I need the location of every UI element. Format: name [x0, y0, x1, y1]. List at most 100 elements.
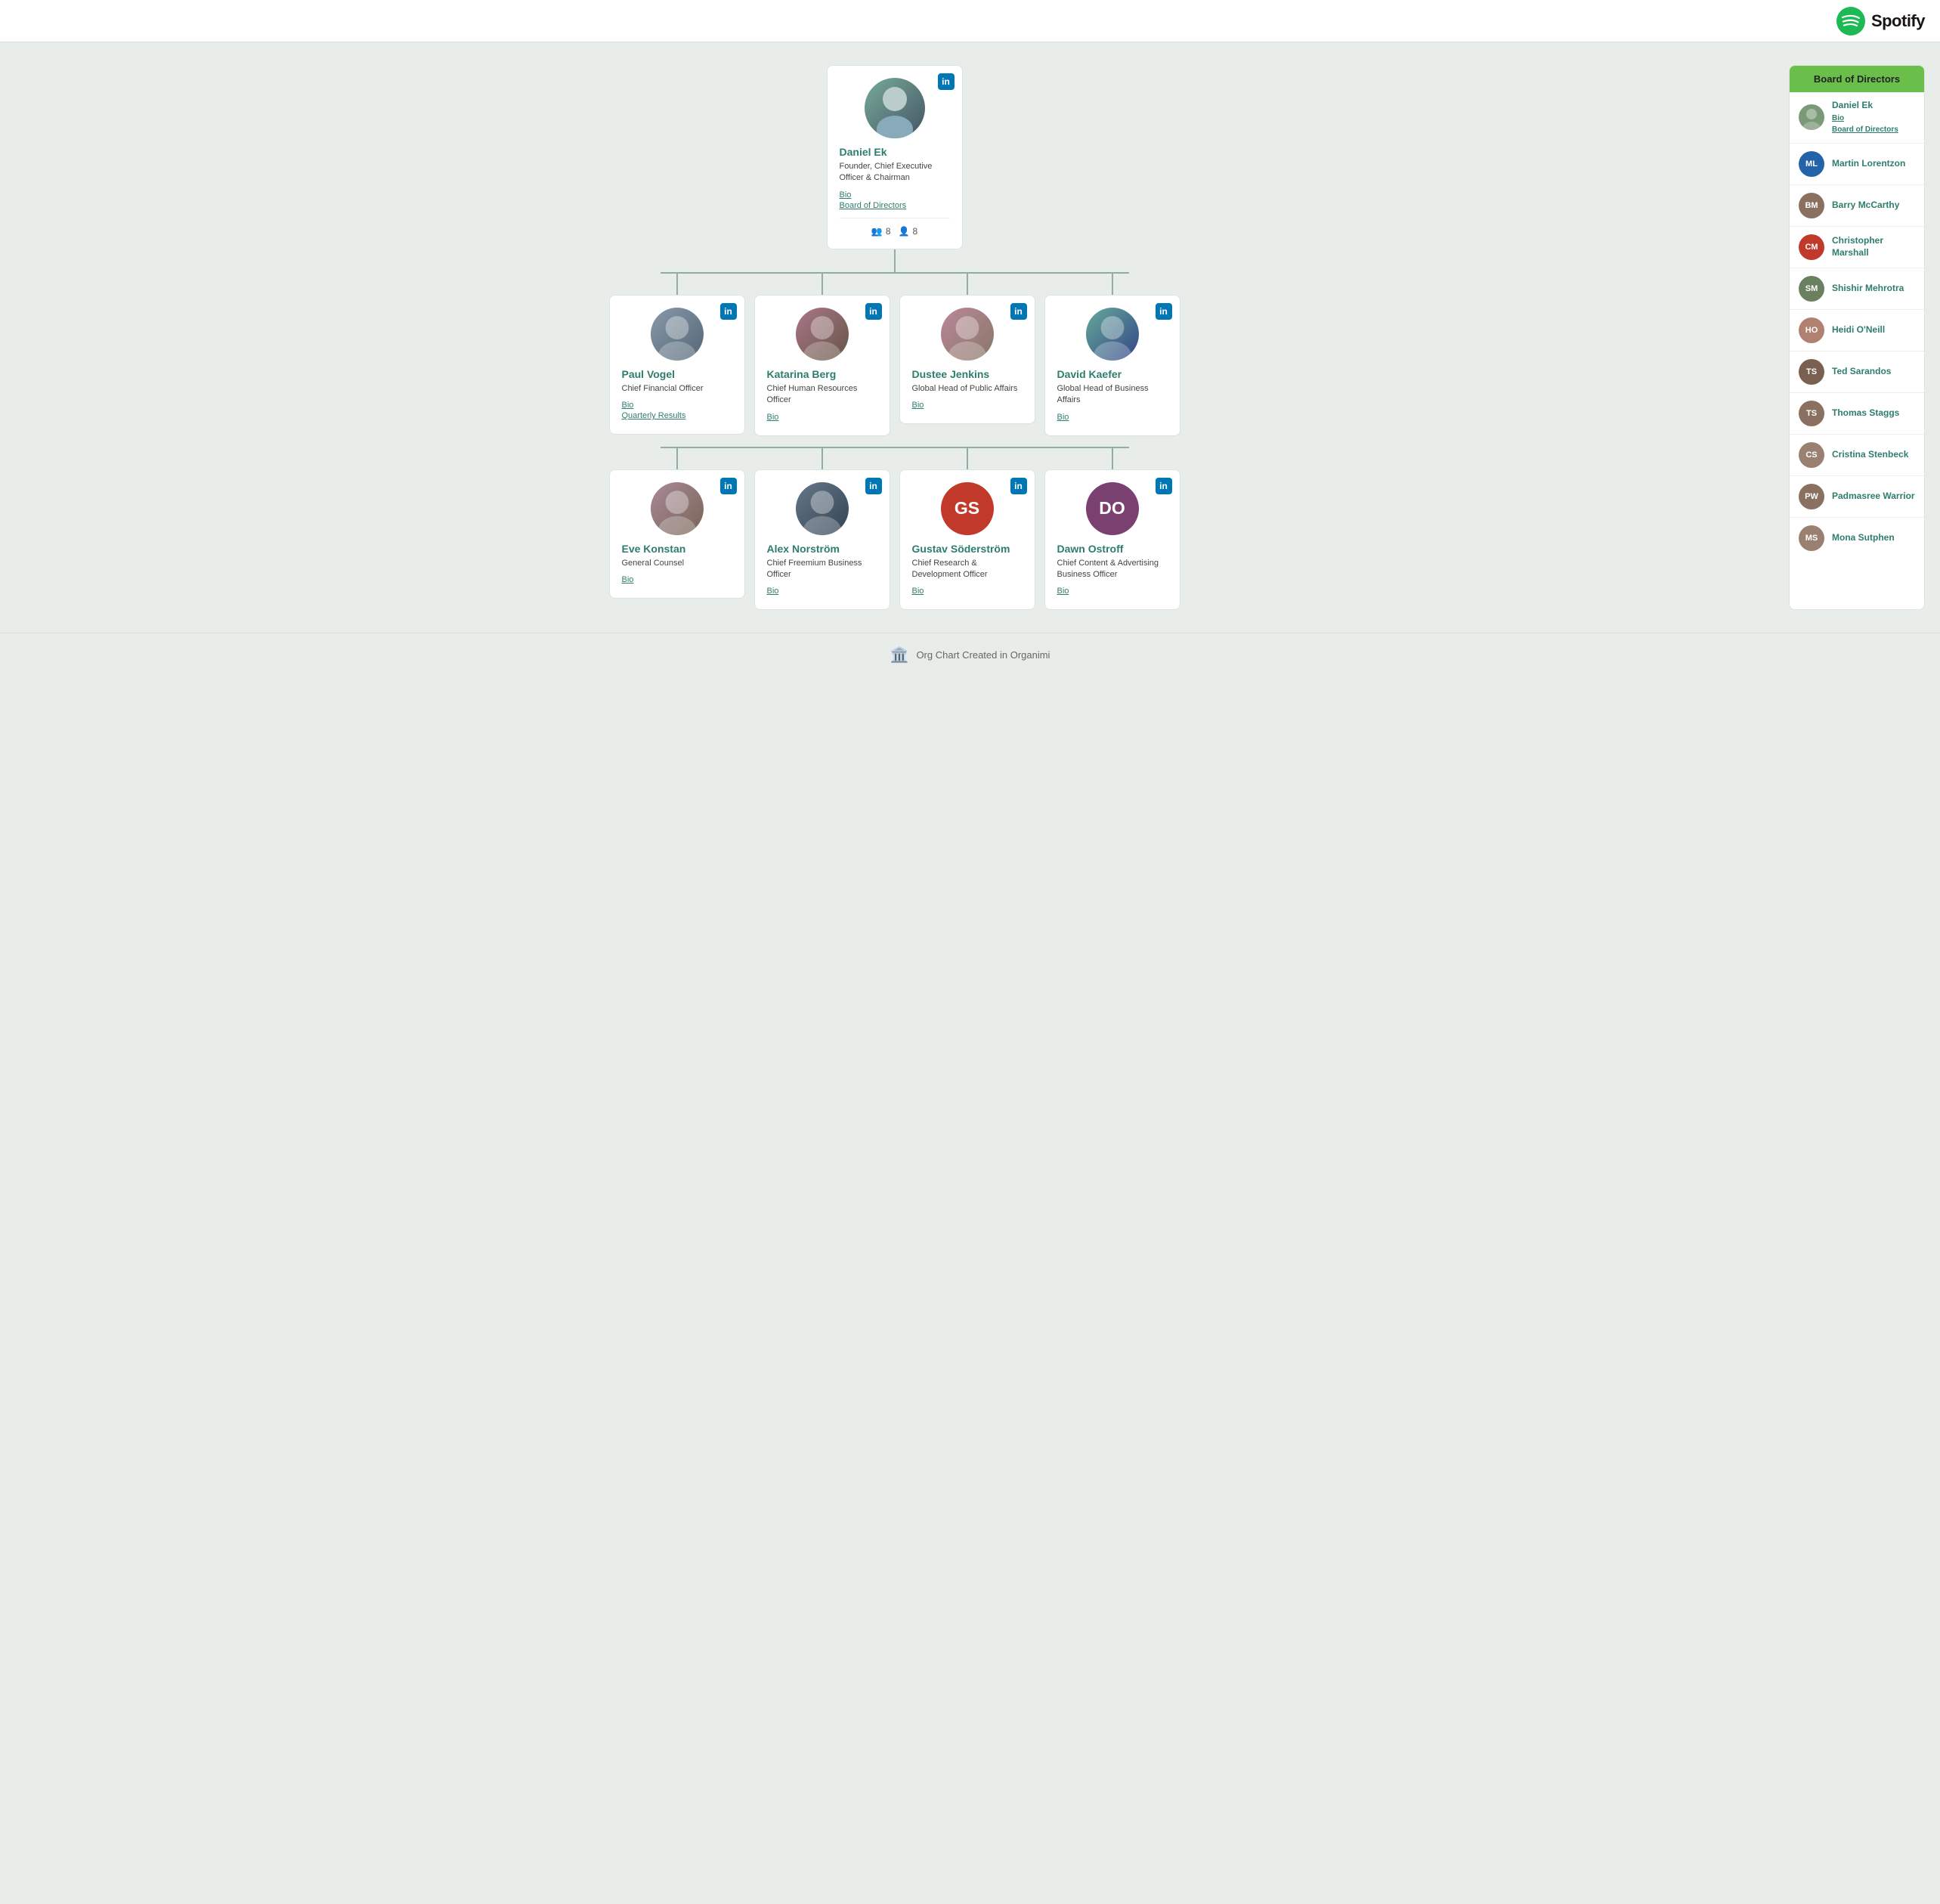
sidebar-member-name: Barry McCarthy: [1832, 200, 1899, 212]
root-badges: 👥 8 👤 8: [840, 218, 950, 237]
linkedin-icon[interactable]: in: [1156, 303, 1172, 320]
child-col-eve-konstan: in Eve KonstanGeneral CounselBio: [609, 448, 745, 611]
sidebar-avatar: CS: [1799, 442, 1824, 468]
avatar-paul-vogel: [651, 308, 704, 361]
bio-link[interactable]: Bio: [912, 401, 1023, 410]
card-title: Global Head of Public Affairs: [912, 383, 1023, 395]
spotify-icon: [1836, 7, 1865, 36]
linkedin-icon[interactable]: in: [720, 478, 737, 494]
bio-link[interactable]: Bio: [767, 413, 877, 422]
linkedin-icon[interactable]: in: [865, 478, 882, 494]
child-col-david-kaefer: in David KaeferGlobal Head of Business A…: [1044, 274, 1180, 436]
sidebar-member-name: Thomas Staggs: [1832, 407, 1899, 419]
card-title: Chief Content & Advertising Business Off…: [1057, 558, 1168, 581]
card-name: David Kaefer: [1057, 368, 1168, 380]
child-col-gustav-söderström: inGSGustav SöderströmChief Research & De…: [899, 448, 1035, 611]
bio-link[interactable]: Bio: [622, 401, 732, 410]
card-title: Chief Research & Development Officer: [912, 558, 1023, 581]
sidebar-avatar: MS: [1799, 525, 1824, 551]
sidebar-member-item[interactable]: CM Christopher Marshall: [1790, 227, 1924, 268]
bio-link[interactable]: Bio: [622, 575, 732, 584]
sidebar-members-list: Daniel EkBioBoard of Directors ML Martin L…: [1790, 92, 1924, 559]
child-col-katarina-berg: in Katarina BergChief Human Resources Of…: [754, 274, 890, 436]
sidebar-avatar: TS: [1799, 359, 1824, 385]
linkedin-icon[interactable]: in: [1010, 478, 1027, 494]
sidebar-member-item[interactable]: MSMona Sutphen: [1790, 518, 1924, 559]
bio-link[interactable]: Bio: [1057, 587, 1168, 596]
child-connector: [1112, 448, 1113, 469]
child-card: in Dustee Jenkins Global Head of Public A…: [899, 295, 1035, 424]
avatar-alex-norström: [796, 482, 849, 535]
child-card: inDODawn OstroffChief Content & Advertis…: [1044, 469, 1180, 611]
sidebar-member-name: Daniel EkBioBoard of Directors: [1832, 100, 1898, 135]
spotify-brand-name: Spotify: [1871, 11, 1925, 31]
sidebar-avatar: CM: [1799, 234, 1824, 260]
child-col-alex-norström: in Alex NorströmChief Freemium Business …: [754, 448, 890, 611]
avatar-david-kaefer: [1086, 308, 1139, 361]
sidebar-member-item[interactable]: SM Shishir Mehrotra: [1790, 268, 1924, 310]
child-connector: [967, 274, 968, 295]
sidebar-member-name: Shishir Mehrotra: [1832, 283, 1904, 295]
bio-link[interactable]: Bio: [912, 587, 1023, 596]
reports-icon: 👥: [871, 226, 883, 237]
root-bio-link[interactable]: Bio: [840, 190, 950, 200]
badge-direct: 👤 8: [899, 226, 918, 237]
sidebar-header: Board of Directors: [1790, 66, 1924, 92]
child-col-paul-vogel: in Paul Vogel Chief Financial Officer BioQ…: [609, 274, 745, 436]
card-title: Chief Financial Officer: [622, 383, 732, 395]
linkedin-icon[interactable]: in: [720, 303, 737, 320]
sidebar-member-item[interactable]: TSTed Sarandos: [1790, 351, 1924, 393]
sidebar-member-item[interactable]: BM Barry McCarthy: [1790, 185, 1924, 227]
bio-link[interactable]: Bio: [1057, 413, 1168, 422]
children-row-2: in Eve KonstanGeneral CounselBioin Alex …: [15, 448, 1774, 611]
sidebar-avatar: ML: [1799, 151, 1824, 177]
avatar-daniel-ek: [865, 78, 925, 138]
sidebar-member-name: Martin Lorentzon: [1832, 158, 1905, 170]
child-card: in Alex NorströmChief Freemium Business …: [754, 469, 890, 611]
org-chart-area: in Daniel Ek Founder, Chief Executive Of…: [15, 65, 1774, 610]
avatar-dustee-jenkins: [941, 308, 994, 361]
child-connector: [821, 274, 823, 295]
card-title: Chief Freemium Business Officer: [767, 558, 877, 581]
card-name: Eve Konstan: [622, 543, 732, 555]
children-row-1: in Paul VogelChief Financial OfficerBioQ…: [15, 274, 1774, 436]
bio-link[interactable]: Bio: [767, 587, 877, 596]
card-name: Dustee Jenkins: [912, 368, 1023, 380]
sidebar-member-item[interactable]: ML Martin Lorentzon: [1790, 144, 1924, 185]
child-card: in Eve KonstanGeneral CounselBio: [609, 469, 745, 599]
sidebar-member-name: Cristina Stenbeck: [1832, 449, 1908, 461]
card-name: Dawn Ostroff: [1057, 543, 1168, 555]
card-name: Paul Vogel: [622, 368, 732, 380]
main-content: in Daniel Ek Founder, Chief Executive Of…: [0, 42, 1940, 633]
linkedin-icon[interactable]: in: [1010, 303, 1027, 320]
sidebar-member-item[interactable]: HOHeidi O'Neill: [1790, 310, 1924, 351]
sidebar-avatar: BM: [1799, 193, 1824, 218]
child-connector: [676, 448, 678, 469]
sidebar-member-name: Christopher Marshall: [1832, 235, 1915, 259]
linkedin-icon[interactable]: in: [865, 303, 882, 320]
root-bod-link[interactable]: Board of Directors: [840, 201, 950, 210]
badge-reports: 👥 8: [871, 226, 891, 237]
sidebar-member-item[interactable]: TSThomas Staggs: [1790, 393, 1924, 435]
sidebar-member-item[interactable]: Daniel EkBioBoard of Directors: [1790, 92, 1924, 144]
extra-link[interactable]: Quarterly Results: [622, 411, 732, 420]
linkedin-icon-root[interactable]: in: [938, 73, 955, 90]
child-card: inGSGustav SöderströmChief Research & De…: [899, 469, 1035, 611]
child-card: in Katarina BergChief Human Resources Of…: [754, 295, 890, 436]
sidebar-member-item[interactable]: CS Cristina Stenbeck: [1790, 435, 1924, 476]
card-name: Gustav Söderström: [912, 543, 1023, 555]
footer-text: Org Chart Created in Organimi: [916, 649, 1050, 661]
sidebar-member-item[interactable]: PWPadmasree Warrior: [1790, 476, 1924, 518]
root-down-connector: [894, 249, 896, 272]
linkedin-icon[interactable]: in: [1156, 478, 1172, 494]
sidebar-avatar: HO: [1799, 317, 1824, 343]
header: Spotify: [0, 0, 1940, 42]
sidebar-member-name: Padmasree Warrior: [1832, 491, 1915, 503]
child-card: in Paul Vogel Chief Financial Officer BioQ…: [609, 295, 745, 435]
root-name: Daniel Ek: [840, 146, 950, 158]
root-node: in Daniel Ek Founder, Chief Executive Of…: [827, 65, 963, 272]
sidebar-avatar: SM: [1799, 276, 1824, 302]
child-connector: [967, 448, 968, 469]
card-name: Katarina Berg: [767, 368, 877, 380]
child-connector: [1112, 274, 1113, 295]
